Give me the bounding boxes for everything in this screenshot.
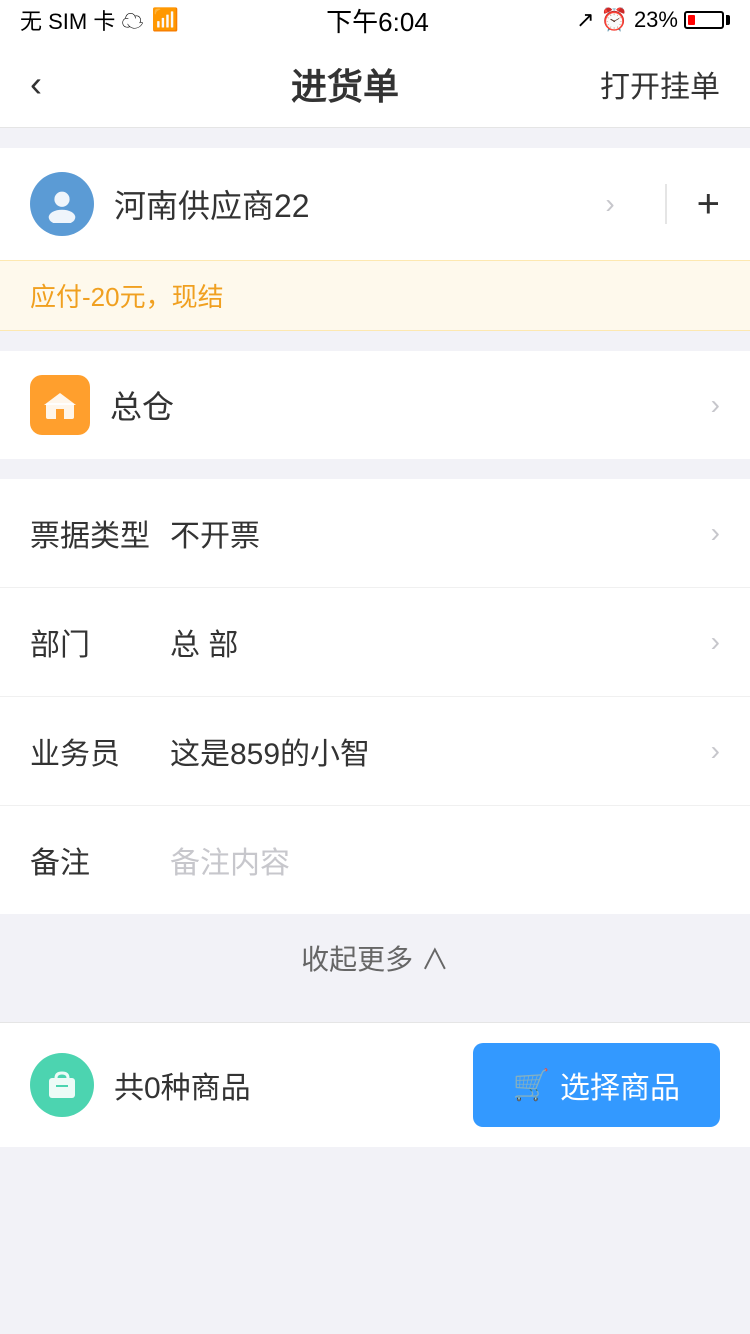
select-btn-label: 选择商品	[560, 1063, 680, 1107]
warehouse-name: 总仓	[110, 382, 711, 428]
remark-input[interactable]: 备注内容	[150, 838, 720, 882]
warehouse-icon	[30, 375, 90, 435]
product-icon	[30, 1053, 94, 1117]
bottom-bar: 共0种商品 🛒 选择商品	[0, 1022, 750, 1147]
supplier-name: 河南供应商22	[114, 181, 605, 227]
warehouse-card: 总仓 ›	[0, 351, 750, 459]
remark-label: 备注	[30, 838, 150, 882]
status-left: 无 SIM 卡 ☁ 📶	[20, 4, 179, 36]
form-row-dept[interactable]: 部门 总 部 ›	[0, 587, 750, 696]
battery-icon	[684, 11, 730, 29]
add-button[interactable]: +	[697, 182, 720, 227]
supplier-card: 河南供应商22 › + 应付-20元，现结	[0, 148, 750, 331]
warehouse-row[interactable]: 总仓 ›	[0, 351, 750, 459]
page-title: 进货单	[291, 58, 399, 110]
dept-arrow-icon: ›	[711, 626, 720, 658]
gap-4	[0, 1002, 750, 1022]
back-button[interactable]: ‹	[30, 63, 90, 105]
supplier-avatar	[30, 172, 94, 236]
nav-bar: ‹ 进货单 打开挂单	[0, 40, 750, 128]
warehouse-arrow-icon: ›	[711, 389, 720, 421]
select-product-button[interactable]: 🛒 选择商品	[473, 1043, 720, 1127]
wifi-icon: 📶	[151, 7, 178, 33]
dept-label: 部门	[30, 620, 150, 664]
alarm-icon: ⏰	[601, 7, 628, 33]
status-bar: 无 SIM 卡 ☁ 📶 下午6:04 ↗ ⏰ 23%	[0, 0, 750, 40]
sim-label: 无 SIM 卡 ☁	[20, 4, 143, 36]
supplier-arrow-icon: ›	[605, 188, 614, 220]
invoice-value: 不开票	[150, 511, 711, 555]
divider	[665, 184, 667, 224]
invoice-arrow-icon: ›	[711, 517, 720, 549]
dept-value: 总 部	[150, 620, 711, 664]
salesperson-label: 业务员	[30, 729, 150, 773]
salesperson-value: 这是859的小智	[150, 729, 711, 773]
product-count: 共0种商品	[114, 1063, 453, 1107]
form-row-remark[interactable]: 备注 备注内容	[0, 805, 750, 914]
collapse-label: 收起更多 ∧	[301, 938, 449, 978]
gap-3	[0, 459, 750, 479]
notice-banner: 应付-20元，现结	[0, 260, 750, 331]
form-row-salesperson[interactable]: 业务员 这是859的小智 ›	[0, 696, 750, 805]
supplier-row[interactable]: 河南供应商22 › +	[0, 148, 750, 260]
status-time: 下午6:04	[326, 2, 429, 39]
cart-icon: 🛒	[513, 1068, 550, 1103]
gap-2	[0, 331, 750, 351]
form-row-invoice[interactable]: 票据类型 不开票 ›	[0, 479, 750, 587]
gap-1	[0, 128, 750, 148]
status-right: ↗ ⏰ 23%	[576, 7, 730, 33]
invoice-label: 票据类型	[30, 511, 150, 555]
location-icon: ↗	[576, 7, 594, 33]
collapse-button[interactable]: 收起更多 ∧	[0, 914, 750, 1002]
form-card: 票据类型 不开票 › 部门 总 部 › 业务员 这是859的小智 › 备注 备注…	[0, 479, 750, 914]
salesperson-arrow-icon: ›	[711, 735, 720, 767]
battery-label: 23%	[634, 7, 678, 33]
open-pending-button[interactable]: 打开挂单	[600, 62, 720, 106]
